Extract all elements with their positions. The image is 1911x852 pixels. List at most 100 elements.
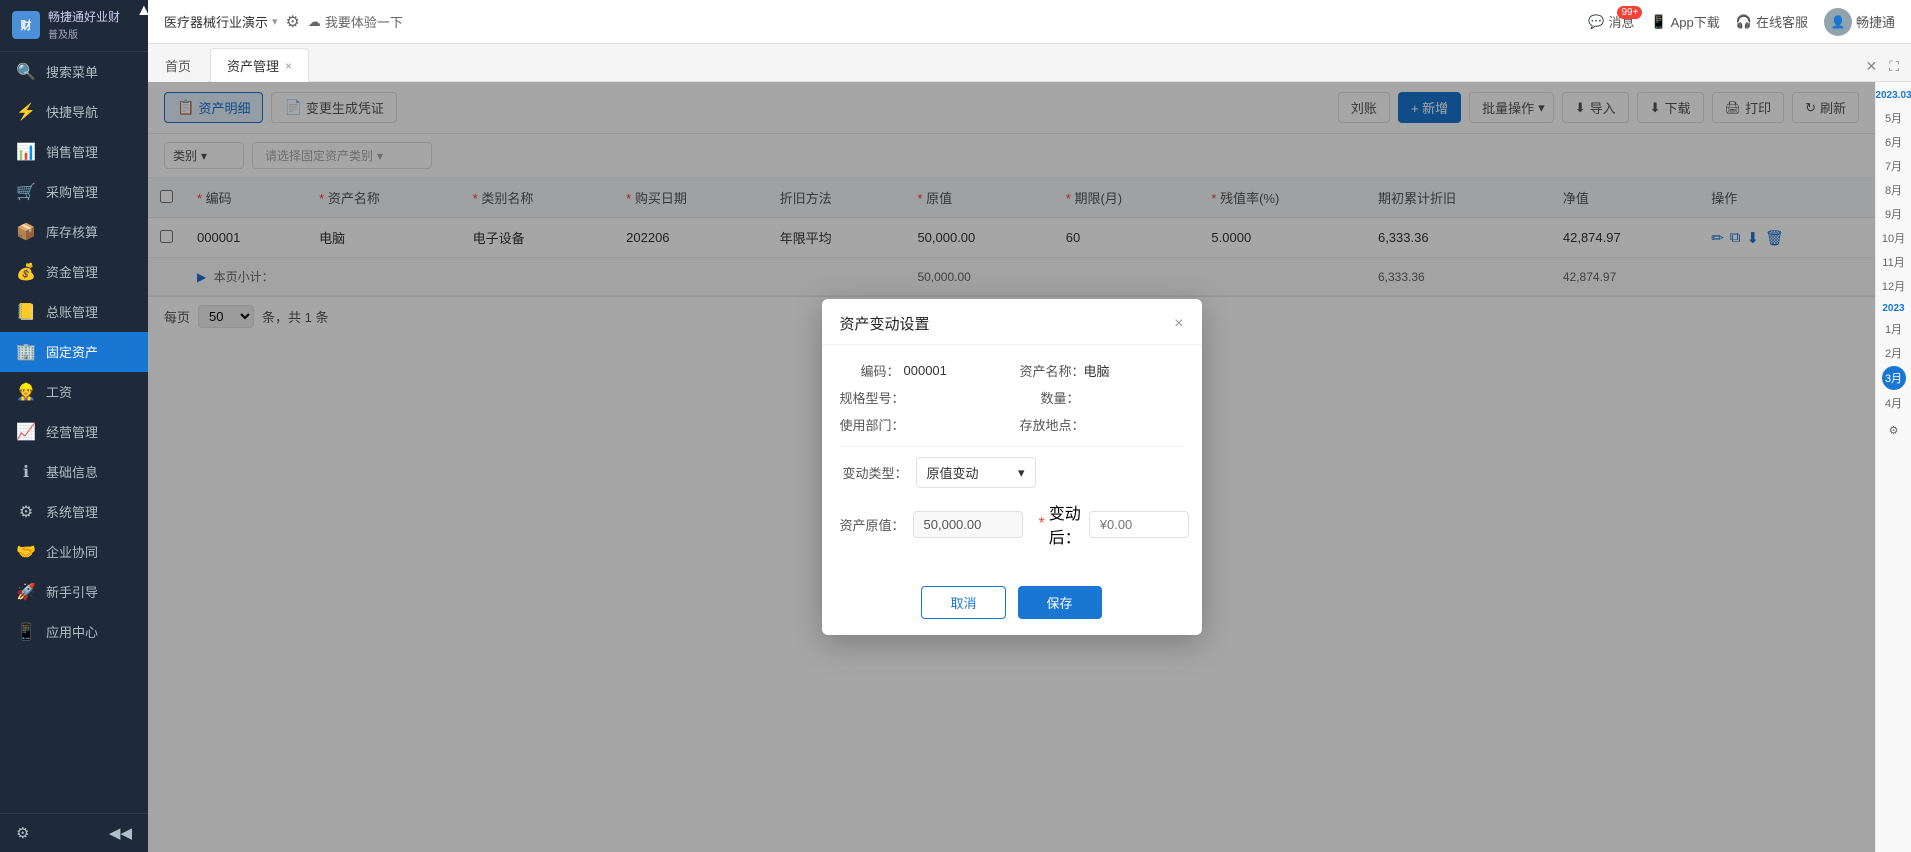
change-type-row: 变动类型： 原值变动 ▾ [840, 457, 1184, 488]
search-icon: 🔍 [16, 62, 36, 82]
right-panel-month-6[interactable]: 6月 [1878, 131, 1910, 153]
experience-text: 我要体验一下 [325, 12, 403, 31]
sidebar-item-label: 新手引导 [46, 582, 98, 601]
cloud-icon: ☁ [308, 14, 321, 30]
app-download-btn[interactable]: 📱 App下载 [1650, 12, 1719, 31]
sidebar-item-purchase[interactable]: 🛒 采购管理 [0, 172, 148, 212]
tabbar: 首页 资产管理 × ✕ ⛶ [148, 44, 1911, 82]
operations-icon: 📈 [16, 422, 36, 442]
content-main: 📋 资产明细 📄 变更生成凭证 刘账 + 新增 批量操作 ▾ [148, 82, 1875, 852]
sidebar-item-guide[interactable]: 🚀 新手引导 [0, 572, 148, 612]
dialog-row1: 编码： 000001 资产名称： 电脑 [840, 361, 1184, 380]
sidebar-item-label: 工资 [46, 382, 72, 401]
right-panel-month-2[interactable]: 2月 [1878, 342, 1910, 364]
sidebar-item-apps[interactable]: 📱 应用中心 [0, 612, 148, 652]
scroll-up-btn[interactable]: ▲ [136, 2, 146, 12]
app-download-icon: 📱 [1650, 14, 1666, 30]
user-btn[interactable]: 👤 畅捷通 [1824, 8, 1895, 36]
collapse-icon[interactable]: ◀◀ [109, 824, 132, 842]
sidebar-item-basic-info[interactable]: ℹ 基础信息 [0, 452, 148, 492]
service-btn[interactable]: 🎧 在线客服 [1736, 12, 1808, 31]
sidebar-item-enterprise[interactable]: 🤝 企业协同 [0, 532, 148, 572]
message-badge: 99+ [1617, 6, 1642, 19]
sidebar-item-label: 快捷导航 [46, 102, 98, 121]
code-field: 编码： 000001 [840, 361, 1004, 380]
tab-asset-management[interactable]: 资产管理 × [210, 48, 309, 82]
code-value: 000001 [904, 363, 1004, 378]
sidebar-item-search[interactable]: 🔍 搜索菜单 [0, 52, 148, 92]
sidebar-item-sales[interactable]: 📊 销售管理 [0, 132, 148, 172]
apps-icon: 📱 [16, 622, 36, 642]
tab-close-icon[interactable]: × [285, 59, 292, 73]
right-panel-month-4[interactable]: 4月 [1878, 392, 1910, 414]
topbar-left: 医疗器械行业演示 ▾ ⚙ ☁ 我要体验一下 [164, 12, 403, 32]
basic-info-icon: ℹ [16, 462, 36, 482]
sidebar-item-ledger[interactable]: 📒 总账管理 [0, 292, 148, 332]
name-label: 资产名称： [1020, 361, 1080, 380]
sidebar-item-inventory[interactable]: 📦 库存核算 [0, 212, 148, 252]
user-icon: 👤 [1831, 15, 1846, 29]
sidebar-item-quicknav[interactable]: ⚡ 快捷导航 [0, 92, 148, 132]
logo-edition: 普及版 [48, 26, 120, 41]
company-selector[interactable]: 医疗器械行业演示 ▾ [164, 12, 278, 31]
topbar-settings-icon[interactable]: ⚙ [286, 12, 300, 32]
dialog-close-btn[interactable]: × [1174, 315, 1183, 333]
sidebar-scroll: 🔍 搜索菜单 ⚡ 快捷导航 📊 销售管理 🛒 采购管理 📦 库存核算 💰 资金管… [0, 52, 148, 813]
ledger-icon: 📒 [16, 302, 36, 322]
right-panel-month-1[interactable]: 1月 [1878, 318, 1910, 340]
after-change-input[interactable] [1089, 511, 1189, 538]
after-change-label: 变动后： [1049, 500, 1081, 548]
guide-icon: 🚀 [16, 582, 36, 602]
sidebar-item-wages[interactable]: 👷 工资 [0, 372, 148, 412]
sidebar-item-label: 库存核算 [46, 222, 98, 241]
location-field: 存放地点： [1020, 415, 1184, 434]
right-panel-month-11[interactable]: 11月 [1878, 251, 1910, 273]
quantity-label: 数量： [1020, 388, 1080, 407]
company-arrow-icon: ▾ [272, 15, 278, 28]
experience-btn[interactable]: ☁ 我要体验一下 [308, 12, 403, 31]
settings-bottom-icon[interactable]: ⚙ [16, 824, 29, 842]
purchase-icon: 🛒 [16, 182, 36, 202]
sidebar-item-system[interactable]: ⚙ 系统管理 [0, 492, 148, 532]
cancel-button[interactable]: 取消 [921, 586, 1005, 619]
right-panel-month-10[interactable]: 10月 [1878, 227, 1910, 249]
save-button[interactable]: 保存 [1018, 586, 1102, 619]
right-panel-month-12[interactable]: 12月 [1878, 275, 1910, 297]
right-panel-month-9[interactable]: 9月 [1878, 203, 1910, 225]
modal-overlay[interactable]: 资产变动设置 × 编码： 000001 资产名称： 电脑 [148, 82, 1875, 852]
dialog-title: 资产变动设置 [840, 313, 930, 334]
dialog-row3: 使用部门： 存放地点： [840, 415, 1184, 434]
right-panel-month-8[interactable]: 8月 [1878, 179, 1910, 201]
logo-icon: 财 [12, 11, 40, 39]
inventory-icon: 📦 [16, 222, 36, 242]
right-panel-month-5[interactable]: 5月 [1878, 107, 1910, 129]
sidebar-item-label: 应用中心 [46, 622, 98, 641]
close-window-btn[interactable]: ✕ [1861, 54, 1881, 79]
right-panel-month-3-active[interactable]: 3月 [1882, 366, 1906, 390]
sidebar-item-label: 资金管理 [46, 262, 98, 281]
message-btn[interactable]: 💬 消息 99+ [1588, 12, 1634, 31]
right-panel: 2023.03 5月 6月 7月 8月 9月 10月 11月 12月 2023 … [1875, 82, 1911, 852]
tab-home[interactable]: 首页 [148, 48, 208, 82]
tab-home-label: 首页 [165, 56, 191, 75]
change-type-arrow-icon: ▾ [1018, 465, 1025, 481]
dept-label: 使用部门： [840, 415, 900, 434]
sidebar-item-label: 经营管理 [46, 422, 98, 441]
original-value-input [913, 511, 1023, 538]
sidebar-logo: 财 畅捷通好业财 普及版 [0, 0, 148, 52]
sidebar-item-label: 企业协同 [46, 542, 98, 561]
right-panel-settings[interactable]: ⚙ [1889, 424, 1899, 437]
funds-icon: 💰 [16, 262, 36, 282]
expand-window-btn[interactable]: ⛶ [1885, 54, 1903, 79]
after-label-group: * 变动后： [1039, 500, 1081, 548]
sidebar-item-operations[interactable]: 📈 经营管理 [0, 412, 148, 452]
required-mark: * [1039, 515, 1045, 533]
spec-label: 规格型号： [840, 388, 900, 407]
sidebar-item-funds[interactable]: 💰 资金管理 [0, 252, 148, 292]
sales-icon: 📊 [16, 142, 36, 162]
value-row: 资产原值： * 变动后： [840, 500, 1184, 548]
right-panel-month-7[interactable]: 7月 [1878, 155, 1910, 177]
sidebar-item-fixed-assets[interactable]: 🏢 固定资产 [0, 332, 148, 372]
change-type-select[interactable]: 原值变动 ▾ [916, 457, 1036, 488]
asset-change-dialog: 资产变动设置 × 编码： 000001 资产名称： 电脑 [822, 299, 1202, 635]
